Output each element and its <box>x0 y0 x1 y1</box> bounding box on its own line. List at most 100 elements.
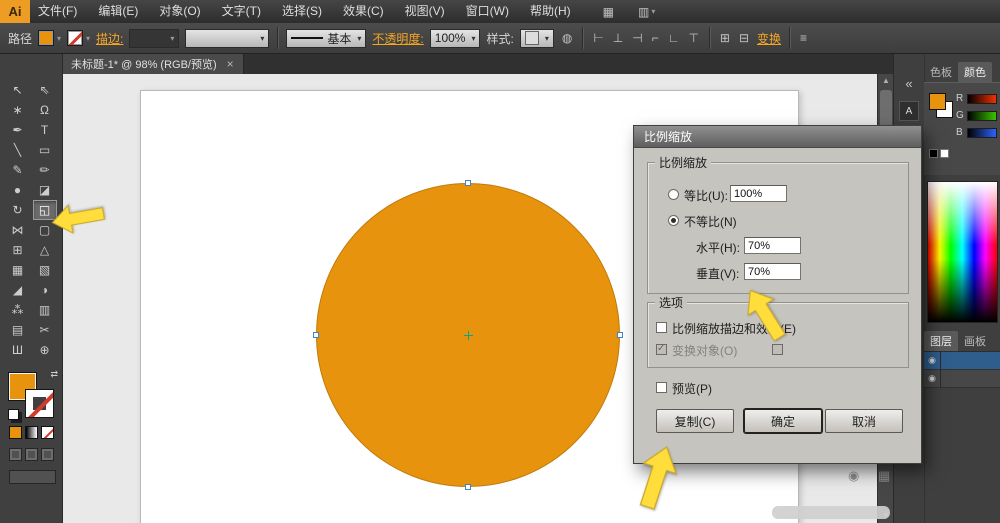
fill-color-swatch[interactable]: ▾ <box>38 30 61 46</box>
menu-type[interactable]: 文字(T) <box>214 0 269 23</box>
shape-builder-tool[interactable]: ⊞ <box>6 240 30 260</box>
slice-tool[interactable]: ✂ <box>33 320 57 340</box>
none-mode-button[interactable] <box>41 426 54 439</box>
stroke-proxy[interactable] <box>25 389 54 418</box>
rectangle-tool[interactable]: ▭ <box>33 140 57 160</box>
column-graph-tool[interactable]: ▥ <box>33 300 57 320</box>
anchor-point-top[interactable] <box>465 180 471 186</box>
opacity-combo[interactable]: 100%▾ <box>430 29 481 48</box>
stroke-panel-link[interactable]: 描边: <box>96 30 123 47</box>
hand-tool[interactable]: Ш <box>6 340 30 360</box>
distribute-top-icon[interactable]: ⌐ <box>650 31 661 45</box>
draw-normal-button[interactable] <box>9 448 22 461</box>
style-combo[interactable]: ▾ <box>520 29 554 48</box>
anchor-point-right[interactable] <box>617 332 623 338</box>
mesh-tool[interactable]: ▦ <box>6 260 30 280</box>
globe-icon[interactable]: ◍ <box>560 31 574 45</box>
arrange-documents-icon[interactable]: ▦ <box>603 5 614 19</box>
eraser-tool[interactable]: ◪ <box>33 180 57 200</box>
shape-mode-icon[interactable]: ⊞ <box>718 31 732 45</box>
pathfinder-icon[interactable]: ⊟ <box>737 31 751 45</box>
color-slider-track[interactable] <box>967 111 997 121</box>
rotate-tool[interactable]: ↻ <box>6 200 30 220</box>
layer-row[interactable]: ◉ <box>924 370 1000 388</box>
magic-wand-tool[interactable]: ∗ <box>6 100 30 120</box>
anchor-point-bottom[interactable] <box>465 484 471 490</box>
menu-effect[interactable]: 效果(C) <box>335 0 392 23</box>
artboard-tool[interactable]: ▤ <box>6 320 30 340</box>
zoom-tool[interactable]: ⊕ <box>33 340 57 360</box>
close-icon[interactable]: × <box>227 57 234 71</box>
menu-file[interactable]: 文件(F) <box>30 0 85 23</box>
menu-window[interactable]: 窗口(W) <box>458 0 517 23</box>
ok-button[interactable]: 确定 <box>744 409 822 433</box>
opacity-panel-link[interactable]: 不透明度: <box>372 30 423 47</box>
width-tool[interactable]: ⋈ <box>6 220 30 240</box>
dialog-title-bar[interactable]: 比例缩放 <box>634 126 921 148</box>
screen-mode-button[interactable] <box>9 470 56 484</box>
horizontal-scrollbar-thumb[interactable] <box>772 506 890 519</box>
panel-type-icon[interactable]: A <box>899 101 919 121</box>
symbol-sprayer-tool[interactable]: ⁂ <box>6 300 30 320</box>
brush-definition-combo[interactable]: ▾ <box>185 29 269 48</box>
transform-objects-checkbox[interactable] <box>656 344 667 355</box>
fill-proxy-small[interactable] <box>929 93 946 110</box>
visibility-eye-icon[interactable]: ◉ <box>924 370 941 387</box>
distribute-middle-icon[interactable]: ∟ <box>666 31 682 45</box>
line-segment-tool[interactable]: ╲ <box>6 140 30 160</box>
menu-view[interactable]: 视图(V) <box>397 0 453 23</box>
pencil-tool[interactable]: ✏ <box>33 160 57 180</box>
paintbrush-tool[interactable]: ✎ <box>6 160 30 180</box>
blob-brush-tool[interactable]: ● <box>6 180 30 200</box>
align-center-icon[interactable]: ⊥ <box>611 31 625 45</box>
selection-tool[interactable]: ↖ <box>6 80 30 100</box>
nonuniform-radio[interactable] <box>668 215 679 226</box>
tab-color[interactable]: 颜色 <box>958 62 992 82</box>
uniform-scale-input[interactable] <box>730 185 787 202</box>
collapse-dock-icon[interactable]: « <box>905 76 912 91</box>
menu-help[interactable]: 帮助(H) <box>522 0 579 23</box>
stroke-weight-combo[interactable]: ▾ <box>129 29 179 48</box>
cancel-button[interactable]: 取消 <box>825 409 903 433</box>
transform-panel-link[interactable]: 变换 <box>757 30 781 47</box>
type-tool[interactable]: T <box>33 120 57 140</box>
lasso-tool[interactable]: Ω <box>33 100 57 120</box>
align-right-icon[interactable]: ⊣ <box>630 31 644 45</box>
eyedropper-tool[interactable]: ◢ <box>6 280 30 300</box>
color-spectrum[interactable] <box>927 181 998 323</box>
black-swatch[interactable] <box>929 149 938 158</box>
tab-swatches[interactable]: 色板 <box>924 62 958 82</box>
visibility-eye-icon[interactable]: ◉ <box>924 352 941 369</box>
color-mode-button[interactable] <box>9 426 22 439</box>
anchor-point-left[interactable] <box>313 332 319 338</box>
document-tab[interactable]: 未标题-1* @ 98% (RGB/预览) × <box>62 54 244 74</box>
workspace-switcher-icon[interactable]: ▥▾ <box>638 5 655 19</box>
vertical-scale-input[interactable] <box>744 263 801 280</box>
pen-tool[interactable]: ✒ <box>6 120 30 140</box>
gradient-mode-button[interactable] <box>25 426 38 439</box>
blend-tool[interactable]: ◑ <box>33 280 57 300</box>
white-swatch[interactable] <box>940 149 949 158</box>
panel-menu-icon[interactable]: ≡ <box>798 31 809 45</box>
scale-strokes-checkbox[interactable] <box>656 322 667 333</box>
draw-behind-button[interactable] <box>25 448 38 461</box>
scroll-up-icon[interactable]: ▲ <box>878 74 894 88</box>
color-slider-track[interactable] <box>967 128 997 138</box>
align-left-icon[interactable]: ⊢ <box>591 31 605 45</box>
uniform-radio[interactable] <box>668 189 679 200</box>
default-fill-stroke-icon[interactable] <box>8 409 19 420</box>
menu-object[interactable]: 对象(O) <box>151 0 208 23</box>
tab-layers[interactable]: 图层 <box>924 331 958 351</box>
swap-fill-stroke-icon[interactable]: ⇄ <box>50 369 58 380</box>
distribute-bottom-icon[interactable]: ⊤ <box>686 31 700 45</box>
stroke-color-swatch[interactable]: ▾ <box>67 30 90 46</box>
perspective-grid-tool[interactable]: △ <box>33 240 57 260</box>
horizontal-scale-input[interactable] <box>744 237 801 254</box>
copy-button[interactable]: 复制(C) <box>656 409 734 433</box>
menu-select[interactable]: 选择(S) <box>274 0 330 23</box>
tab-artboards[interactable]: 画板 <box>958 331 992 351</box>
menu-edit[interactable]: 编辑(E) <box>90 0 146 23</box>
draw-inside-button[interactable] <box>41 448 54 461</box>
stroke-style-combo[interactable]: 基本▾ <box>286 29 366 48</box>
preview-checkbox[interactable] <box>656 382 667 393</box>
